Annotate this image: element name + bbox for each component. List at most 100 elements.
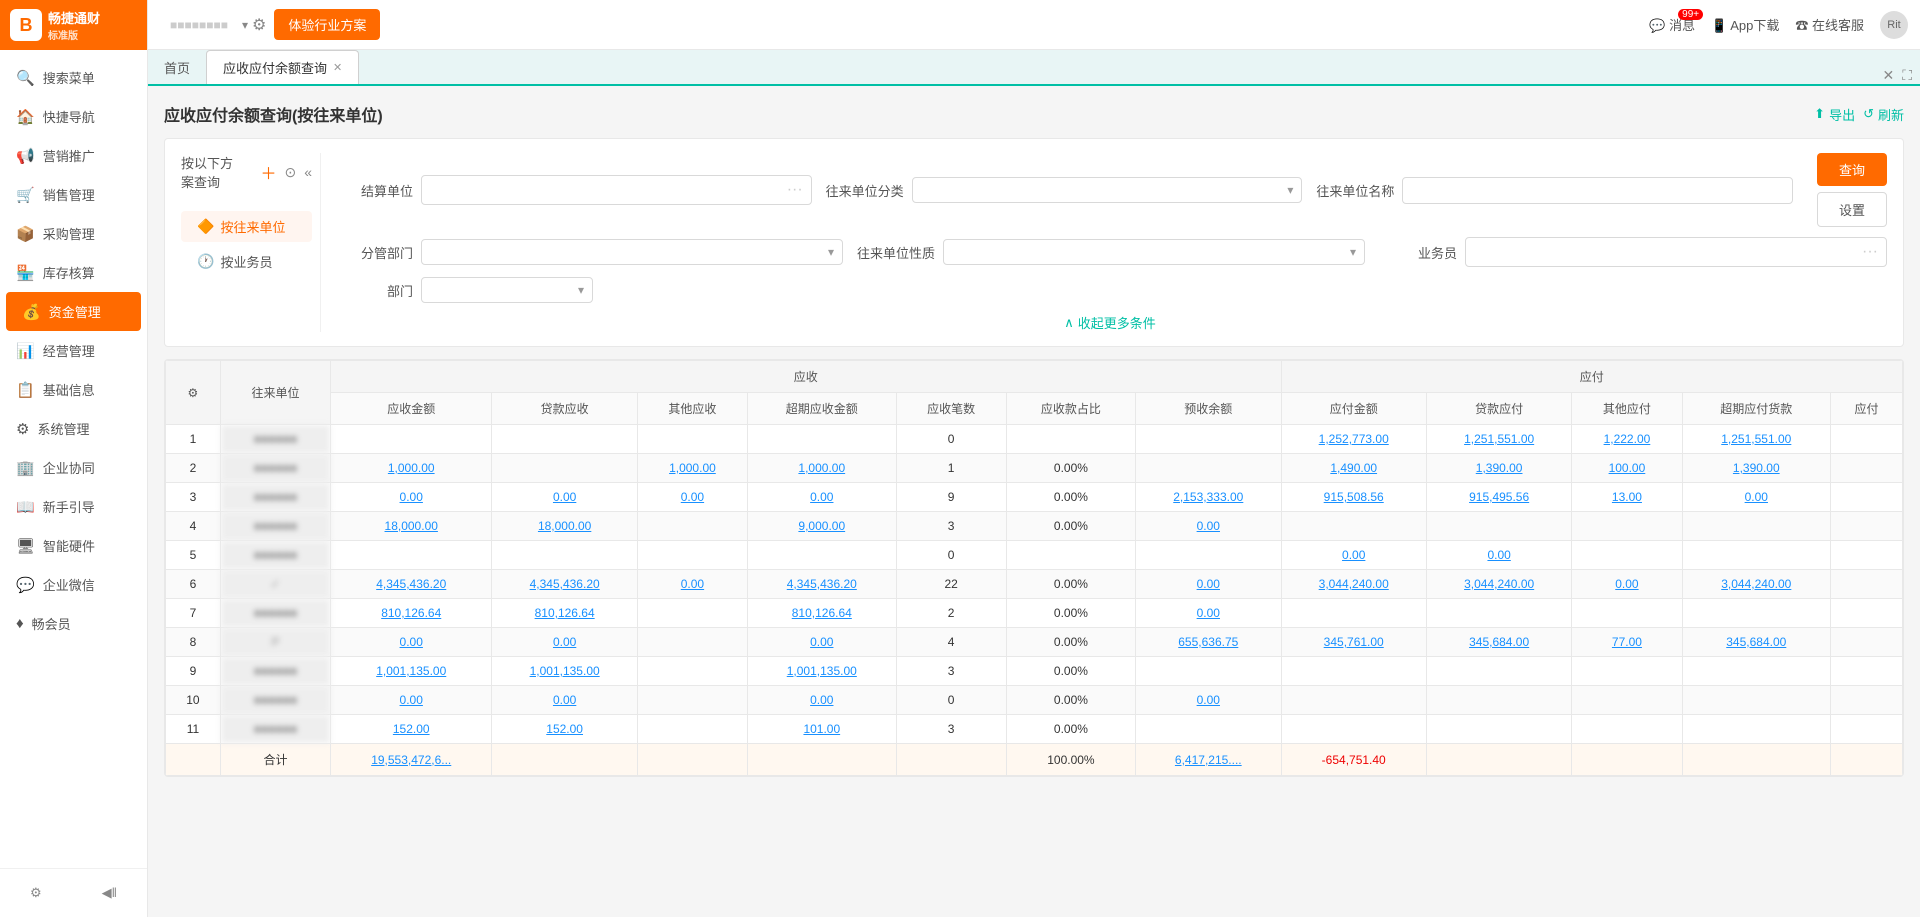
cell-ar_other[interactable] (637, 628, 747, 657)
filter-collapse-link[interactable]: ∧ 收起更多条件 (1064, 313, 1156, 332)
sidebar-item-quick-nav[interactable]: 🏠 快捷导航 (0, 97, 147, 136)
cell-ap_overdue[interactable]: 1,390.00 (1682, 454, 1831, 483)
cell-ar_other[interactable] (637, 425, 747, 454)
cell-ar_overdue[interactable]: 810,126.64 (748, 599, 897, 628)
cell-ap_amount[interactable]: 1,252,773.00 (1281, 425, 1426, 454)
cell-ap_loan[interactable]: 1,390.00 (1426, 454, 1571, 483)
window-expand-btn[interactable]: ⛶ (1902, 67, 1912, 84)
salesperson-input-wrap[interactable]: ··· (1465, 237, 1887, 267)
cell-ar_other[interactable] (637, 599, 747, 628)
cell-ap_other[interactable] (1572, 715, 1682, 744)
cell-ap_amount[interactable] (1281, 599, 1426, 628)
cell-prepay[interactable]: 0.00 (1136, 570, 1281, 599)
sidebar-item-warehouse[interactable]: 🏪 库存核算 (0, 253, 147, 292)
table-settings-icon[interactable]: ⚙ (188, 386, 199, 400)
partner-name-input[interactable] (1411, 183, 1784, 198)
cell-ap_other[interactable]: 1,222.00 (1572, 425, 1682, 454)
cell-ar_amount[interactable] (331, 425, 492, 454)
sub-nav-by-partner[interactable]: 🔶 按往来单位 (181, 211, 312, 242)
window-close-btn[interactable]: ✕ (1882, 67, 1894, 84)
sidebar-collapse-btn[interactable]: ◀‖ (96, 879, 123, 907)
salesperson-input[interactable] (1474, 245, 1862, 260)
cell-ar_overdue[interactable]: 0.00 (748, 686, 897, 715)
cell-ar_amount[interactable]: 0.00 (331, 686, 492, 715)
footer-ar-amount[interactable]: 19,553,472,6... (331, 744, 492, 776)
cell-ar_loan[interactable]: 810,126.64 (492, 599, 637, 628)
cell-ar_amount[interactable]: 152.00 (331, 715, 492, 744)
cell-ap_amount[interactable]: 915,508.56 (1281, 483, 1426, 512)
cell-ap_other[interactable]: 0.00 (1572, 570, 1682, 599)
cell-ar_other[interactable] (637, 512, 747, 541)
sidebar-item-sales[interactable]: 🛒 销售管理 (0, 175, 147, 214)
cell-ar_overdue[interactable]: 101.00 (748, 715, 897, 744)
cell-ar_overdue[interactable]: 9,000.00 (748, 512, 897, 541)
cell-ar_amount[interactable]: 18,000.00 (331, 512, 492, 541)
cell-ap_amount[interactable] (1281, 715, 1426, 744)
cell-ar_other[interactable] (637, 715, 747, 744)
cell-ar_overdue[interactable]: 1,001,135.00 (748, 657, 897, 686)
header-gear-icon[interactable]: ⚙ (252, 15, 266, 35)
settlement-input[interactable] (430, 183, 787, 198)
cell-ap_overdue[interactable] (1682, 715, 1831, 744)
settlement-input-wrap[interactable]: ··· (421, 175, 812, 205)
cell-ap_overdue[interactable] (1682, 657, 1831, 686)
promo-button[interactable]: 体验行业方案 (274, 9, 380, 40)
cell-prepay[interactable]: 655,636.75 (1136, 628, 1281, 657)
cell-prepay[interactable] (1136, 425, 1281, 454)
sidebar-item-marketing[interactable]: 📢 营销推广 (0, 136, 147, 175)
cell-ar_loan[interactable]: 0.00 (492, 628, 637, 657)
cell-ar_amount[interactable]: 1,001,135.00 (331, 657, 492, 686)
cell-ap_overdue[interactable] (1682, 541, 1831, 570)
partner-category-select[interactable]: ▾ (912, 177, 1303, 203)
footer-prepay[interactable]: 6,417,215.... (1136, 744, 1281, 776)
sidebar-item-guide[interactable]: 📖 新手引导 (0, 487, 147, 526)
cell-ap_loan[interactable]: 1,251,551.00 (1426, 425, 1571, 454)
cell-prepay[interactable] (1136, 541, 1281, 570)
cell-ap_loan[interactable]: 0.00 (1426, 541, 1571, 570)
sidebar-settings-btn[interactable]: ⚙ (24, 879, 48, 907)
sidebar-item-company[interactable]: 🏢 企业协同 (0, 448, 147, 487)
cell-ap_other[interactable] (1572, 512, 1682, 541)
cell-ap_loan[interactable] (1426, 715, 1571, 744)
cell-ar_amount[interactable] (331, 541, 492, 570)
sidebar-item-finance[interactable]: 💰 资金管理 (6, 292, 141, 331)
cell-ar_overdue[interactable]: 4,345,436.20 (748, 570, 897, 599)
cell-ar_other[interactable] (637, 657, 747, 686)
cell-ar_loan[interactable]: 152.00 (492, 715, 637, 744)
cell-ap_other[interactable] (1572, 686, 1682, 715)
cell-ap_overdue[interactable]: 0.00 (1682, 483, 1831, 512)
sidebar-item-system[interactable]: ⚙ 系统管理 (0, 409, 147, 448)
sidebar-item-hardware[interactable]: 🖥 智能硬件 (0, 526, 147, 565)
cell-ar_loan[interactable]: 1,001,135.00 (492, 657, 637, 686)
sidebar-item-purchase[interactable]: 📦 采购管理 (0, 214, 147, 253)
cell-ap_loan[interactable]: 3,044,240.00 (1426, 570, 1571, 599)
messages-btn-wrap[interactable]: 💬 消息 99+ (1649, 15, 1695, 34)
filter-add-btn[interactable]: ＋ (260, 160, 276, 184)
cell-ar_loan[interactable]: 18,000.00 (492, 512, 637, 541)
filter-nav-collapse-icon[interactable]: « (304, 164, 312, 180)
cell-ar_loan[interactable] (492, 541, 637, 570)
table-settings-header[interactable]: ⚙ (166, 361, 221, 425)
tab-home[interactable]: 首页 (148, 51, 206, 84)
cell-ap_overdue[interactable] (1682, 686, 1831, 715)
cell-prepay[interactable]: 0.00 (1136, 686, 1281, 715)
cell-prepay[interactable]: 0.00 (1136, 512, 1281, 541)
cell-ap_other[interactable]: 13.00 (1572, 483, 1682, 512)
cell-ar_loan[interactable]: 4,345,436.20 (492, 570, 637, 599)
query-button[interactable]: 查询 (1817, 153, 1887, 186)
export-button[interactable]: ⬆ 导出 (1814, 105, 1855, 124)
sidebar-item-wechat[interactable]: 💬 企业微信 (0, 565, 147, 604)
sub-nav-by-employee[interactable]: 🕐 按业务员 (181, 246, 312, 277)
dept-select[interactable]: ▾ (421, 239, 843, 265)
cell-ap_amount[interactable]: 1,490.00 (1281, 454, 1426, 483)
cell-ap_amount[interactable] (1281, 686, 1426, 715)
cell-ap_other[interactable]: 100.00 (1572, 454, 1682, 483)
cell-prepay[interactable] (1136, 657, 1281, 686)
partner-name-input-wrap[interactable] (1402, 177, 1793, 204)
cell-ap_amount[interactable] (1281, 657, 1426, 686)
cell-prepay[interactable] (1136, 454, 1281, 483)
sidebar-item-basic-info[interactable]: 📋 基础信息 (0, 370, 147, 409)
tab-ar-ap-query[interactable]: 应收应付余额查询 ✕ (206, 50, 359, 84)
cell-prepay[interactable]: 2,153,333.00 (1136, 483, 1281, 512)
cell-ar_loan[interactable]: 0.00 (492, 686, 637, 715)
